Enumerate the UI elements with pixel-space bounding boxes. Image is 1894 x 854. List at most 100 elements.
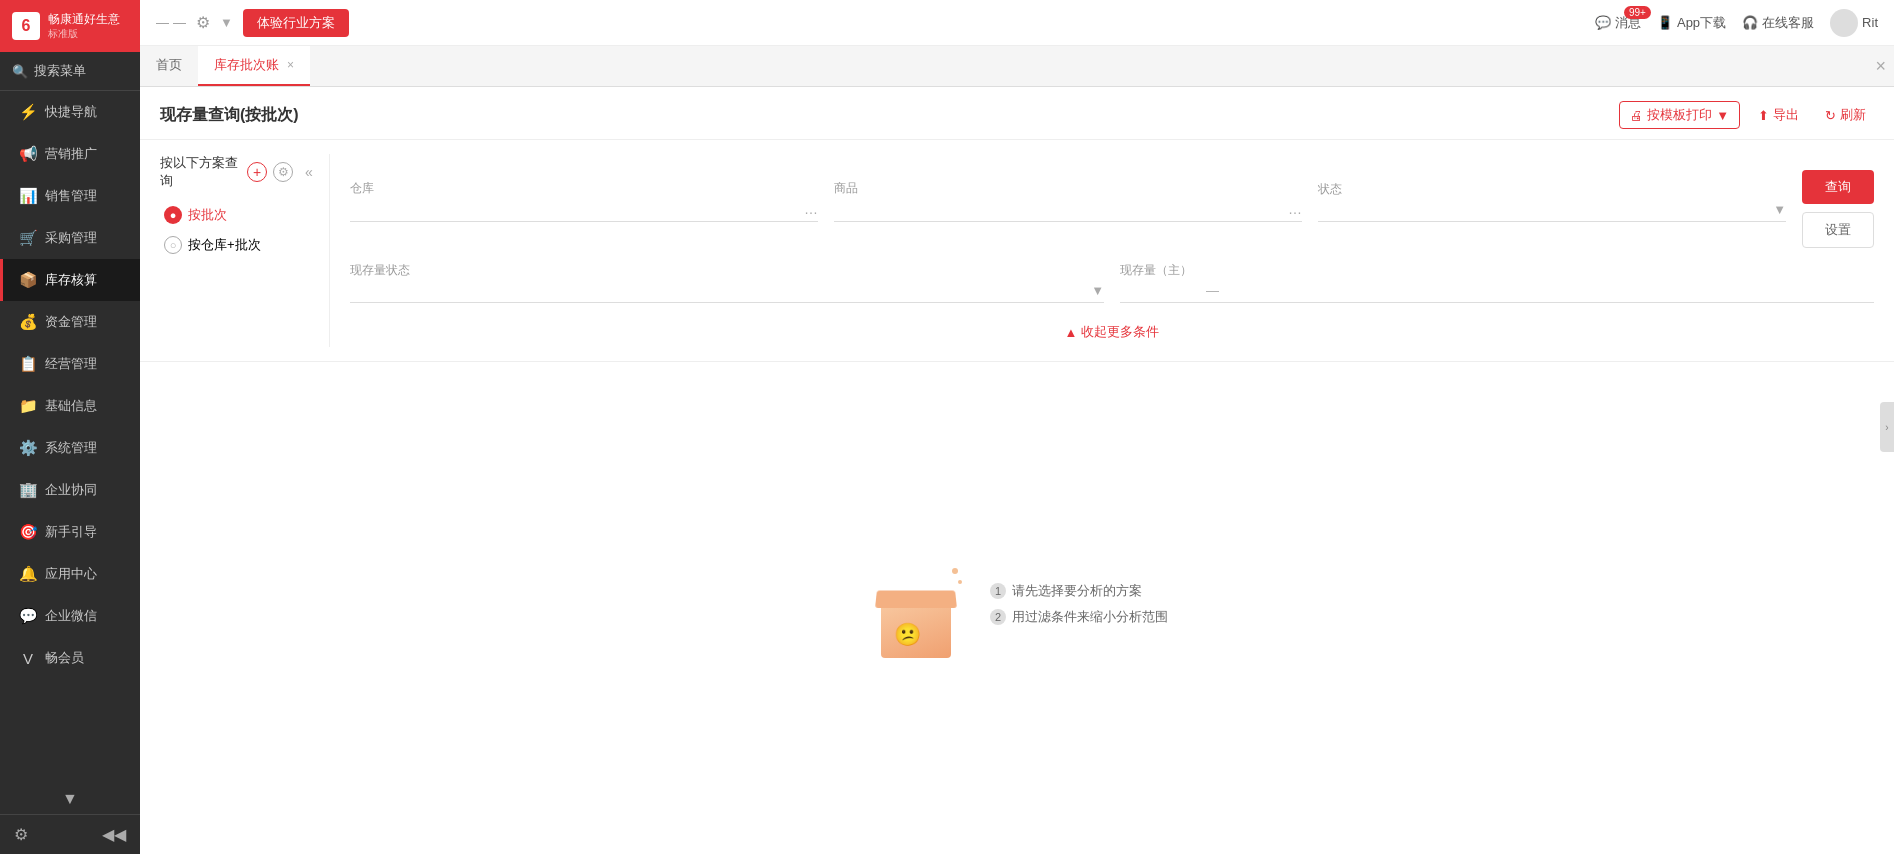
sidebar-item-enterprise[interactable]: 🏢 企业协同 [0,469,140,511]
sidebar-item-label: 企业协同 [45,481,97,499]
step2-num: 2 [990,609,1006,625]
sidebar-item-finance[interactable]: 💰 资金管理 [0,301,140,343]
warehouse-input[interactable] [350,202,804,217]
filter-sidebar: 按以下方案查询 + ⚙ « ● 按批次 ○ [160,154,330,347]
print-btn[interactable]: 🖨 按模板打印 ▼ [1619,101,1740,129]
topbar-right: 💬 消息 99+ 📱 App下载 🎧 在线客服 Rit [1595,9,1878,37]
sidebar-item-vip[interactable]: V 畅会员 [0,637,140,679]
sidebar-item-appstore[interactable]: 🔔 应用中心 [0,553,140,595]
inventory-status-select[interactable] [350,283,1104,298]
sidebar-item-label: 新手引导 [45,523,97,541]
enterprise-icon: 🏢 [19,481,37,499]
sidebar-item-basic[interactable]: 📁 基础信息 [0,385,140,427]
sidebar-footer: ⚙ ◀◀ [0,814,140,854]
tab-inventory-batch-label: 库存批次账 [214,56,279,74]
inventory-status-select-wrap: ▼ [350,283,1104,303]
status-select[interactable] [1318,202,1786,217]
sidebar-item-system[interactable]: ⚙️ 系统管理 [0,427,140,469]
filter-row-1: 仓库 … 商品 … 状态 [350,154,1874,248]
sidebar: 6 畅康通好生意 标准版 🔍 搜索菜单 ⚡ 快捷导航 📢 营销推广 📊 销售管理… [0,0,140,854]
filter-setting-btn[interactable]: ⚙ [273,162,293,182]
sidebar-scroll-down[interactable]: ▼ [0,784,140,814]
marketing-icon: 📢 [19,145,37,163]
search-menu-label: 搜索菜单 [34,62,86,80]
tab-close-icon[interactable]: × [287,58,294,72]
inventory-qty-to[interactable] [1225,283,1305,298]
sidebar-item-sales[interactable]: 📊 销售管理 [0,175,140,217]
finance-icon: 💰 [19,313,37,331]
sidebar-item-label: 应用中心 [45,565,97,583]
scheme-item-batch[interactable]: ● 按批次 [160,200,319,230]
sidebar-item-label: 库存核算 [45,271,97,289]
main-content: — — ⚙ ▼ 体验行业方案 💬 消息 99+ 📱 App下载 🎧 在线客服 [140,0,1894,854]
empty-illustration: 😕 [866,558,966,658]
search-menu[interactable]: 🔍 搜索菜单 [0,52,140,91]
sidebar-item-label: 营销推广 [45,145,97,163]
operations-icon: 📋 [19,355,37,373]
warehouse-input-wrap: … [350,201,818,222]
trial-btn[interactable]: 体验行业方案 [243,9,349,37]
filter-field-status: 状态 ▼ [1318,181,1786,222]
inventory-qty-label: 现存量（主） [1120,262,1874,279]
print-icon: 🖨 [1630,108,1643,123]
sidebar-item-quick-nav[interactable]: ⚡ 快捷导航 [0,91,140,133]
messages-badge: 99+ [1624,6,1651,19]
empty-text-block: 1 请先选择要分析的方案 2 用过滤条件来缩小分析范围 [990,582,1168,634]
settings-btn[interactable]: 设置 [1802,212,1874,248]
sidebar-item-guide[interactable]: 🎯 新手引导 [0,511,140,553]
step2-text: 用过滤条件来缩小分析范围 [1012,608,1168,626]
user-avatar-btn[interactable]: Rit [1830,9,1878,37]
filter-field-inventory-status: 现存量状态 ▼ [350,262,1104,303]
sidebar-item-wechat[interactable]: 💬 企业微信 [0,595,140,637]
filter-add-btn[interactable]: + [247,162,267,182]
filter-field-warehouse: 仓库 … [350,180,818,222]
sidebar-item-operations[interactable]: 📋 经营管理 [0,343,140,385]
refresh-btn[interactable]: ↻ 刷新 [1817,102,1874,128]
empty-steps-list: 1 请先选择要分析的方案 2 用过滤条件来缩小分析范围 [990,582,1168,626]
collapse-sidebar-icon[interactable]: ◀◀ [102,825,126,844]
settings-icon[interactable]: ⚙ [14,825,28,844]
chevron-up-icon: ▲ [1065,325,1078,340]
app-download-btn[interactable]: 📱 App下载 [1657,14,1726,32]
scheme-label-warehouse: 按仓库+批次 [188,236,261,254]
sidebar-header: 6 畅康通好生意 标准版 [0,0,140,52]
query-btn[interactable]: 查询 [1802,170,1874,204]
page-title: 现存量查询(按批次) [160,105,299,126]
export-icon: ⬆ [1758,108,1769,123]
search-icon: 🔍 [12,64,28,79]
print-dropdown-icon: ▼ [1716,108,1729,123]
scheme-item-warehouse-batch[interactable]: ○ 按仓库+批次 [160,230,319,260]
scheme-icon-warehouse: ○ [164,236,182,254]
product-dots-btn[interactable]: … [1288,201,1302,217]
content-area: 现存量查询(按批次) 🖨 按模板打印 ▼ ⬆ 导出 ↻ 刷新 [140,87,1894,854]
warehouse-label: 仓库 [350,180,818,197]
messages-btn[interactable]: 💬 消息 99+ [1595,14,1641,32]
tab-inventory-batch[interactable]: 库存批次账 × [198,46,310,86]
tabbar: 首页 库存批次账 × × [140,46,1894,87]
topbar-settings-icon[interactable]: ⚙ [196,13,210,32]
message-icon: 💬 [1595,15,1611,30]
app-download-label: App下载 [1677,14,1726,32]
sidebar-item-inventory[interactable]: 📦 库存核算 [0,259,140,301]
refresh-icon: ↻ [1825,108,1836,123]
sidebar-item-purchase[interactable]: 🛒 采购管理 [0,217,140,259]
system-icon: ⚙️ [19,439,37,457]
filter-collapse-btn[interactable]: « [299,162,319,182]
app-download-icon: 📱 [1657,15,1673,30]
online-service-btn[interactable]: 🎧 在线客服 [1742,14,1814,32]
inventory-qty-from[interactable] [1120,283,1200,298]
collapse-more-btn[interactable]: ▲ 收起更多条件 [350,317,1874,347]
app-edition: 标准版 [48,27,120,41]
tab-home[interactable]: 首页 [140,46,198,86]
export-btn[interactable]: ⬆ 导出 [1750,102,1807,128]
sidebar-item-marketing[interactable]: 📢 营销推广 [0,133,140,175]
step1-text: 请先选择要分析的方案 [1012,582,1142,600]
wechat-icon: 💬 [19,607,37,625]
warehouse-dots-btn[interactable]: … [804,201,818,217]
right-panel-toggle[interactable]: › [1880,402,1894,452]
basic-icon: 📁 [19,397,37,415]
close-panel-icon[interactable]: × [1875,56,1886,77]
range-dash: — [1206,283,1219,298]
filter-form: 仓库 … 商品 … 状态 [330,154,1874,347]
product-input[interactable] [834,202,1288,217]
